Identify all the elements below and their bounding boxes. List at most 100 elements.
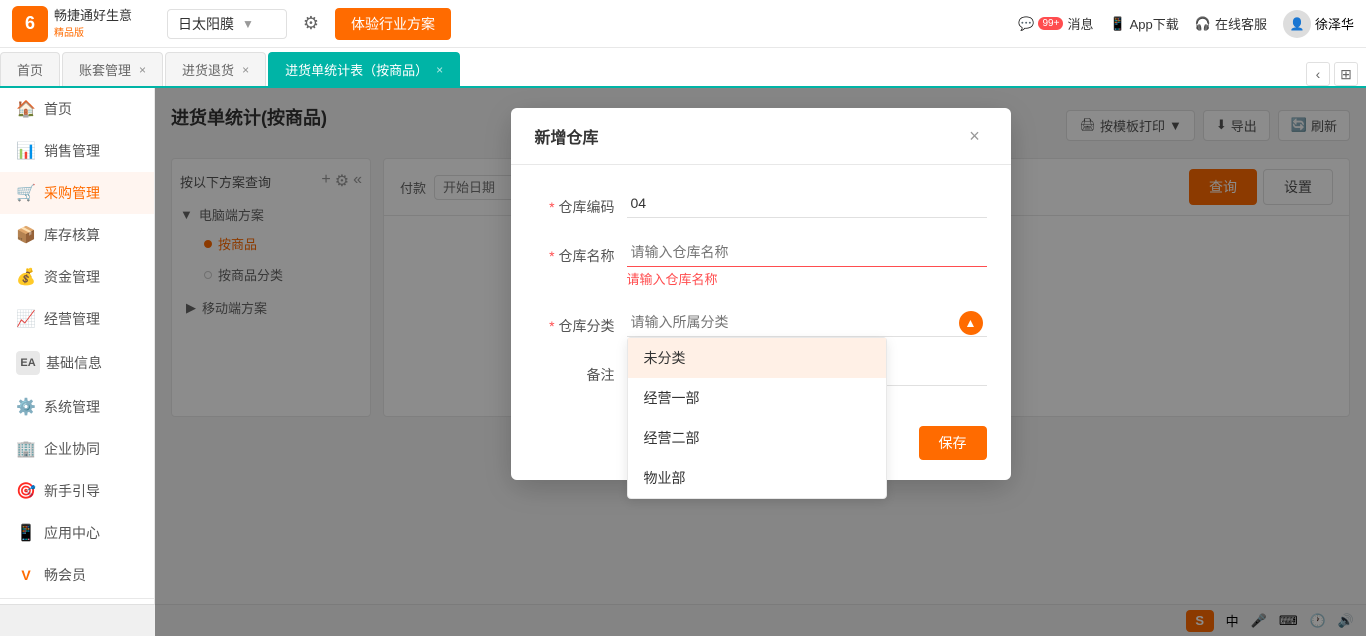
logo-sub: 精品版	[54, 24, 132, 39]
sidebar: 🏠 首页 📊 销售管理 🛒 采购管理 📦 库存核算 💰 资金管理 📈 经营管理 …	[0, 88, 155, 636]
sidebar-item-inventory[interactable]: 📦 库存核算	[0, 214, 154, 256]
sidebar-item-enterprise[interactable]: 🏢 企业协同	[0, 428, 154, 470]
operations-icon: 📈	[16, 309, 36, 329]
app-download-item[interactable]: 📱 App下载	[1109, 14, 1178, 33]
sidebar-label-operations: 经营管理	[44, 309, 100, 329]
sidebar-item-sales[interactable]: 📊 销售管理	[0, 130, 154, 172]
category-control: ▲ 未分类 经营一部 经营二部 物业部	[627, 308, 987, 337]
sidebar-item-member[interactable]: V 畅会员	[0, 554, 154, 596]
dropdown-item-dept1[interactable]: 经营一部	[628, 378, 886, 418]
sidebar-label-sales: 销售管理	[44, 141, 100, 161]
dropdown-item-dept2[interactable]: 经营二部	[628, 418, 886, 458]
enterprise-icon: 🏢	[16, 439, 36, 459]
content-area: 进货单统计(按商品) 🖨 按模板打印 ▼ ⬇ 导出 🔄 刷新	[155, 88, 1366, 636]
logo-text: 畅捷通好生意	[54, 8, 132, 25]
sidebar-item-basic[interactable]: EA 基础信息	[0, 340, 154, 386]
category-dropdown: 未分类 经营一部 经营二部 物业部	[627, 337, 887, 499]
tab-stats[interactable]: 进货单统计表（按商品） ×	[268, 52, 460, 86]
tab-return[interactable]: 进货退货 ×	[165, 52, 266, 86]
message-item[interactable]: 💬 99+ 消息	[1018, 14, 1093, 33]
user-area[interactable]: 👤 徐泽华	[1283, 10, 1354, 38]
note-label: 备注	[535, 357, 615, 385]
message-icon: 💬	[1018, 16, 1034, 32]
sidebar-item-appcenter[interactable]: 📱 应用中心	[0, 512, 154, 554]
sidebar-item-finance[interactable]: 💰 资金管理	[0, 256, 154, 298]
finance-icon: 💰	[16, 267, 36, 287]
store-name: 日太阳膜	[178, 14, 234, 34]
tab-accounts[interactable]: 账套管理 ×	[62, 52, 163, 86]
sidebar-label-finance: 资金管理	[44, 267, 100, 287]
tab-return-close[interactable]: ×	[242, 63, 249, 77]
name-error-msg: 请输入仓库名称	[627, 269, 987, 288]
sidebar-label-member: 畅会员	[44, 565, 86, 585]
sidebar-label-newbie: 新手引导	[44, 481, 100, 501]
online-service-item[interactable]: 🎧 在线客服	[1195, 14, 1267, 33]
avatar: 👤	[1283, 10, 1311, 38]
sidebar-item-operations[interactable]: 📈 经营管理	[0, 298, 154, 340]
header-right: 💬 99+ 消息 📱 App下载 🎧 在线客服 👤 徐泽华	[1018, 10, 1354, 38]
dropdown-item-none[interactable]: 未分类	[628, 338, 886, 378]
tab-home-label: 首页	[17, 60, 43, 79]
member-icon: V	[16, 565, 36, 585]
modal-save-btn[interactable]: 保存	[919, 426, 987, 460]
logo-area: 6 畅捷通好生意 精品版	[12, 6, 167, 42]
category-toggle-btn[interactable]: ▲	[959, 311, 983, 335]
sidebar-label-enterprise: 企业协同	[44, 439, 100, 459]
modal-title: 新增仓库	[535, 124, 599, 148]
modal-header: 新增仓库 ×	[511, 108, 1011, 165]
sidebar-item-home[interactable]: 🏠 首页	[0, 88, 154, 130]
inventory-icon: 📦	[16, 225, 36, 245]
tab-bar: 首页 账套管理 × 进货退货 × 进货单统计表（按商品） × ‹ ⊞	[0, 48, 1366, 88]
sidebar-item-newbie[interactable]: 🎯 新手引导	[0, 470, 154, 512]
sales-icon: 📊	[16, 141, 36, 161]
sidebar-item-purchase[interactable]: 🛒 采购管理	[0, 172, 154, 214]
sidebar-label-system: 系统管理	[44, 397, 100, 417]
trial-button[interactable]: 体验行业方案	[335, 8, 451, 40]
sidebar-label-purchase: 采购管理	[44, 183, 100, 203]
code-input[interactable]	[627, 189, 987, 218]
sidebar-label-inventory: 库存核算	[44, 225, 100, 245]
logo-icon: 6	[12, 6, 48, 42]
tab-stats-close[interactable]: ×	[436, 63, 443, 77]
modal-close-btn[interactable]: ×	[963, 124, 987, 148]
headset-icon: 🎧	[1195, 16, 1211, 32]
user-name: 徐泽华	[1315, 14, 1354, 33]
name-control: 请输入仓库名称	[627, 238, 987, 288]
message-label: 消息	[1067, 14, 1093, 33]
main-layout: 🏠 首页 📊 销售管理 🛒 采购管理 📦 库存核算 💰 资金管理 📈 经营管理 …	[0, 88, 1366, 636]
name-input[interactable]	[627, 238, 987, 267]
tab-home[interactable]: 首页	[0, 52, 60, 86]
purchase-icon: 🛒	[16, 183, 36, 203]
form-row-code: 仓库编码	[535, 189, 987, 218]
sidebar-label-basic: 基础信息	[46, 353, 102, 373]
tab-stats-label: 进货单统计表（按商品）	[285, 60, 428, 79]
category-label: 仓库分类	[535, 308, 615, 336]
tab-controls: ‹ ⊞	[1306, 62, 1366, 86]
sidebar-label-home: 首页	[44, 99, 72, 119]
newbie-icon: 🎯	[16, 481, 36, 501]
message-badge: 99+	[1038, 17, 1063, 30]
tab-accounts-close[interactable]: ×	[139, 63, 146, 77]
store-selector[interactable]: 日太阳膜 ▼	[167, 9, 287, 39]
dropdown-item-dept3[interactable]: 物业部	[628, 458, 886, 498]
modal-new-warehouse: 新增仓库 × 仓库编码 仓库名称	[511, 108, 1011, 480]
home-icon: 🏠	[16, 99, 36, 119]
form-row-name: 仓库名称 请输入仓库名称	[535, 238, 987, 288]
sidebar-label-appcenter: 应用中心	[44, 523, 100, 543]
code-label: 仓库编码	[535, 189, 615, 217]
settings-icon[interactable]: ⚙	[295, 8, 327, 40]
ea-icon: EA	[16, 351, 40, 375]
appcenter-icon: 📱	[16, 523, 36, 543]
tab-next-btn[interactable]: ⊞	[1334, 62, 1358, 86]
tab-return-label: 进货退货	[182, 60, 234, 79]
modal-overlay: 新增仓库 × 仓库编码 仓库名称	[155, 88, 1366, 636]
category-input[interactable]	[627, 308, 987, 337]
tab-accounts-label: 账套管理	[79, 60, 131, 79]
tab-prev-btn[interactable]: ‹	[1306, 62, 1330, 86]
app-icon: 📱	[1109, 16, 1125, 32]
sidebar-item-system[interactable]: ⚙️ 系统管理	[0, 386, 154, 428]
form-row-category: 仓库分类 ▲ 未分类 经营一部 经营二部 物业部	[535, 308, 987, 337]
header-middle: 日太阳膜 ▼ ⚙ 体验行业方案	[167, 8, 1018, 40]
system-icon: ⚙️	[16, 397, 36, 417]
app-download-label: App下载	[1130, 14, 1179, 33]
